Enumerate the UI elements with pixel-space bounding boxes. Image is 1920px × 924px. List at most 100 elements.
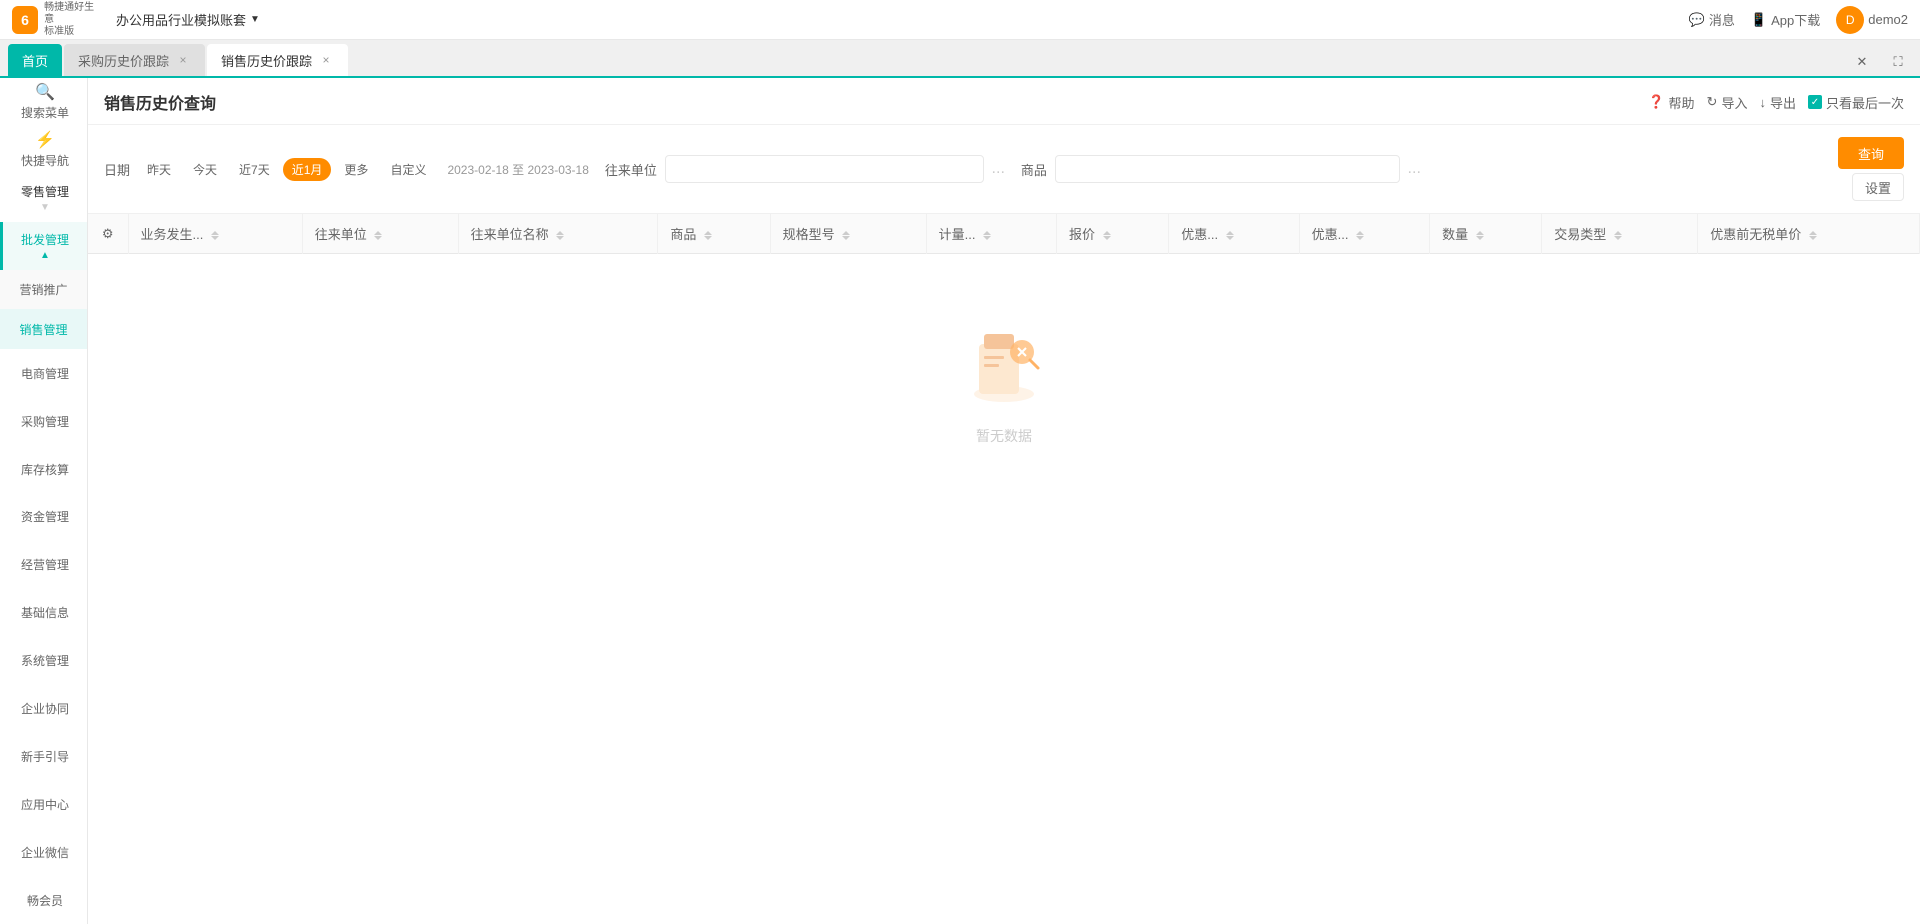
sidebar-item-member[interactable]: 畅会员: [0, 876, 87, 924]
export-btn[interactable]: ↓ 导出: [1759, 93, 1796, 112]
sidebar-item-guide[interactable]: 新手引导: [0, 733, 87, 781]
sidebar-item-wholesale-mgmt[interactable]: 批发管理 ▲: [0, 222, 87, 270]
message-btn[interactable]: 💬 消息: [1689, 10, 1735, 29]
date-today-btn[interactable]: 今天: [184, 158, 226, 181]
sort-icon-qty: [1476, 231, 1484, 240]
tab-maximize-icon[interactable]: ⛶: [1884, 48, 1912, 76]
date-last7-btn[interactable]: 近7天: [230, 158, 279, 181]
goods-dots-btn[interactable]: ...: [1408, 160, 1421, 178]
date-more-btn[interactable]: 更多: [335, 158, 377, 181]
sidebar: 🔍 搜索菜单 ⚡ 快捷导航 零售管理 ▼ 批发管理 ▲ 营销推广 销售管理 电商…: [0, 78, 88, 924]
col-discount2[interactable]: 优惠...: [1299, 214, 1429, 254]
sidebar-item-finance[interactable]: 资金管理: [0, 493, 87, 541]
table-container: ⚙ 业务发生... 往来单位: [88, 214, 1920, 924]
settings-btn[interactable]: 设置: [1852, 173, 1904, 201]
sort-icon-spec: [842, 231, 850, 240]
goods-input[interactable]: [1055, 155, 1400, 183]
export-icon: ↓: [1759, 95, 1766, 110]
tab-home[interactable]: 首页: [8, 44, 62, 76]
date-yesterday-btn[interactable]: 昨天: [138, 158, 180, 181]
col-partner-code[interactable]: 往来单位: [302, 214, 458, 254]
sidebar-item-enterprise[interactable]: 企业协同: [0, 685, 87, 733]
only-last-checkbox[interactable]: ✓ 只看最后一次: [1808, 93, 1904, 112]
empty-text: 暂无数据: [976, 426, 1032, 446]
search-icon: 🔍: [35, 82, 55, 102]
sidebar-sub-marketing[interactable]: 营销推广: [0, 270, 87, 310]
header-left: 6 畅捷通好生意 标准版 办公用品行业模拟账套 ▼: [12, 2, 268, 38]
sort-icon-trade-type: [1614, 231, 1622, 240]
tab-purchase-history-close[interactable]: ×: [175, 52, 191, 68]
logo-text: 畅捷通好生意 标准版: [44, 2, 100, 38]
chevron-right-icon: ▼: [40, 202, 50, 213]
col-qty[interactable]: 数量: [1430, 214, 1542, 254]
phone-icon: 📱: [1751, 12, 1767, 28]
import-btn[interactable]: ↻ 导入: [1707, 93, 1748, 112]
chevron-down-icon-wholesale: ▲: [40, 250, 50, 261]
col-goods[interactable]: 商品: [658, 214, 770, 254]
tab-sales-history[interactable]: 销售历史价跟踪 ×: [207, 44, 348, 76]
tab-bar: 首页 采购历史价跟踪 × 销售历史价跟踪 × ✕ ⛶: [0, 40, 1920, 78]
logo-icon: 6: [12, 6, 38, 34]
user-area[interactable]: D demo2: [1836, 6, 1908, 34]
message-icon: 💬: [1689, 12, 1705, 28]
empty-illustration: [954, 314, 1054, 414]
col-settings[interactable]: ⚙: [88, 214, 128, 254]
sidebar-item-search-menu[interactable]: 🔍 搜索菜单: [0, 78, 87, 126]
query-btn[interactable]: 查询: [1838, 137, 1904, 169]
col-discount1[interactable]: 优惠...: [1169, 214, 1299, 254]
partner-input[interactable]: [665, 155, 984, 183]
tab-sales-history-close[interactable]: ×: [318, 52, 334, 68]
date-filter-group: 日期 昨天 今天 近7天 近1月 更多 自定义 2023-02-18 至 202…: [104, 158, 589, 181]
sort-icon-discount1: [1226, 231, 1234, 240]
goods-filter-group: 商品 ...: [1021, 155, 1421, 183]
help-icon: ❓: [1648, 94, 1664, 110]
sidebar-item-retail-mgmt[interactable]: 零售管理 ▼: [0, 174, 87, 222]
sidebar-item-system[interactable]: 系统管理: [0, 637, 87, 685]
col-spec[interactable]: 规格型号: [770, 214, 926, 254]
sidebar-item-purchase[interactable]: 采购管理: [0, 397, 87, 445]
sort-icon-partner-name: [556, 231, 564, 240]
sidebar-item-operations[interactable]: 经营管理: [0, 541, 87, 589]
date-range-text: 2023-02-18 至 2023-03-18: [447, 161, 588, 178]
checkbox-icon: ✓: [1808, 95, 1822, 109]
sort-icon-unit: [983, 231, 991, 240]
main-layout: 🔍 搜索菜单 ⚡ 快捷导航 零售管理 ▼ 批发管理 ▲ 营销推广 销售管理 电商…: [0, 78, 1920, 924]
sort-icon-no-tax-price: [1809, 231, 1817, 240]
top-header: 6 畅捷通好生意 标准版 办公用品行业模拟账套 ▼ 💬 消息 📱 App下载 D…: [0, 0, 1920, 40]
tab-bar-actions: ✕ ⛶: [1848, 48, 1912, 76]
sidebar-item-app-center[interactable]: 应用中心: [0, 780, 87, 828]
app-download-btn[interactable]: 📱 App下载: [1751, 10, 1820, 29]
tab-close-all-icon[interactable]: ✕: [1848, 48, 1876, 76]
col-trade-type[interactable]: 交易类型: [1542, 214, 1698, 254]
help-btn[interactable]: ❓ 帮助: [1648, 93, 1694, 112]
col-biz-date[interactable]: 业务发生...: [128, 214, 302, 254]
date-quick-btns: 昨天 今天 近7天 近1月 更多 自定义: [138, 158, 435, 181]
page-actions: ❓ 帮助 ↻ 导入 ↓ 导出 ✓ 只看最后一次: [1648, 93, 1904, 112]
col-quote[interactable]: 报价: [1057, 214, 1169, 254]
col-no-tax-price[interactable]: 优惠前无税单价: [1698, 214, 1920, 254]
date-label: 日期: [104, 160, 130, 179]
col-unit[interactable]: 计量...: [926, 214, 1056, 254]
date-last1m-btn[interactable]: 近1月: [283, 158, 332, 181]
app-selector[interactable]: 办公用品行业模拟账套 ▼: [108, 6, 268, 33]
partner-dots-btn[interactable]: ...: [992, 160, 1005, 178]
sort-icon-goods: [704, 231, 712, 240]
sort-icon-discount2: [1356, 231, 1364, 240]
sidebar-item-quick-nav[interactable]: ⚡ 快捷导航: [0, 126, 87, 174]
date-custom-btn[interactable]: 自定义: [381, 158, 435, 181]
partner-label: 往来单位: [605, 160, 657, 179]
sidebar-sub-sales-mgmt[interactable]: 销售管理: [0, 309, 87, 349]
tab-purchase-history[interactable]: 采购历史价跟踪 ×: [64, 44, 205, 76]
sidebar-item-wechat[interactable]: 企业微信: [0, 828, 87, 876]
sort-icon-biz-date: [211, 231, 219, 240]
nav-icon: ⚡: [35, 130, 55, 150]
sidebar-item-ecommerce[interactable]: 电商管理: [0, 349, 87, 397]
page-header: 销售历史价查询 ❓ 帮助 ↻ 导入 ↓ 导出 ✓: [88, 78, 1920, 125]
col-partner-name[interactable]: 往来单位名称: [458, 214, 658, 254]
data-table: ⚙ 业务发生... 往来单位: [88, 214, 1920, 254]
query-actions: 查询 设置: [1838, 137, 1904, 201]
sidebar-item-inventory[interactable]: 库存核算: [0, 445, 87, 493]
content-area: 销售历史价查询 ❓ 帮助 ↻ 导入 ↓ 导出 ✓: [88, 78, 1920, 924]
sort-icon-partner: [374, 231, 382, 240]
sidebar-item-basic-info[interactable]: 基础信息: [0, 589, 87, 637]
